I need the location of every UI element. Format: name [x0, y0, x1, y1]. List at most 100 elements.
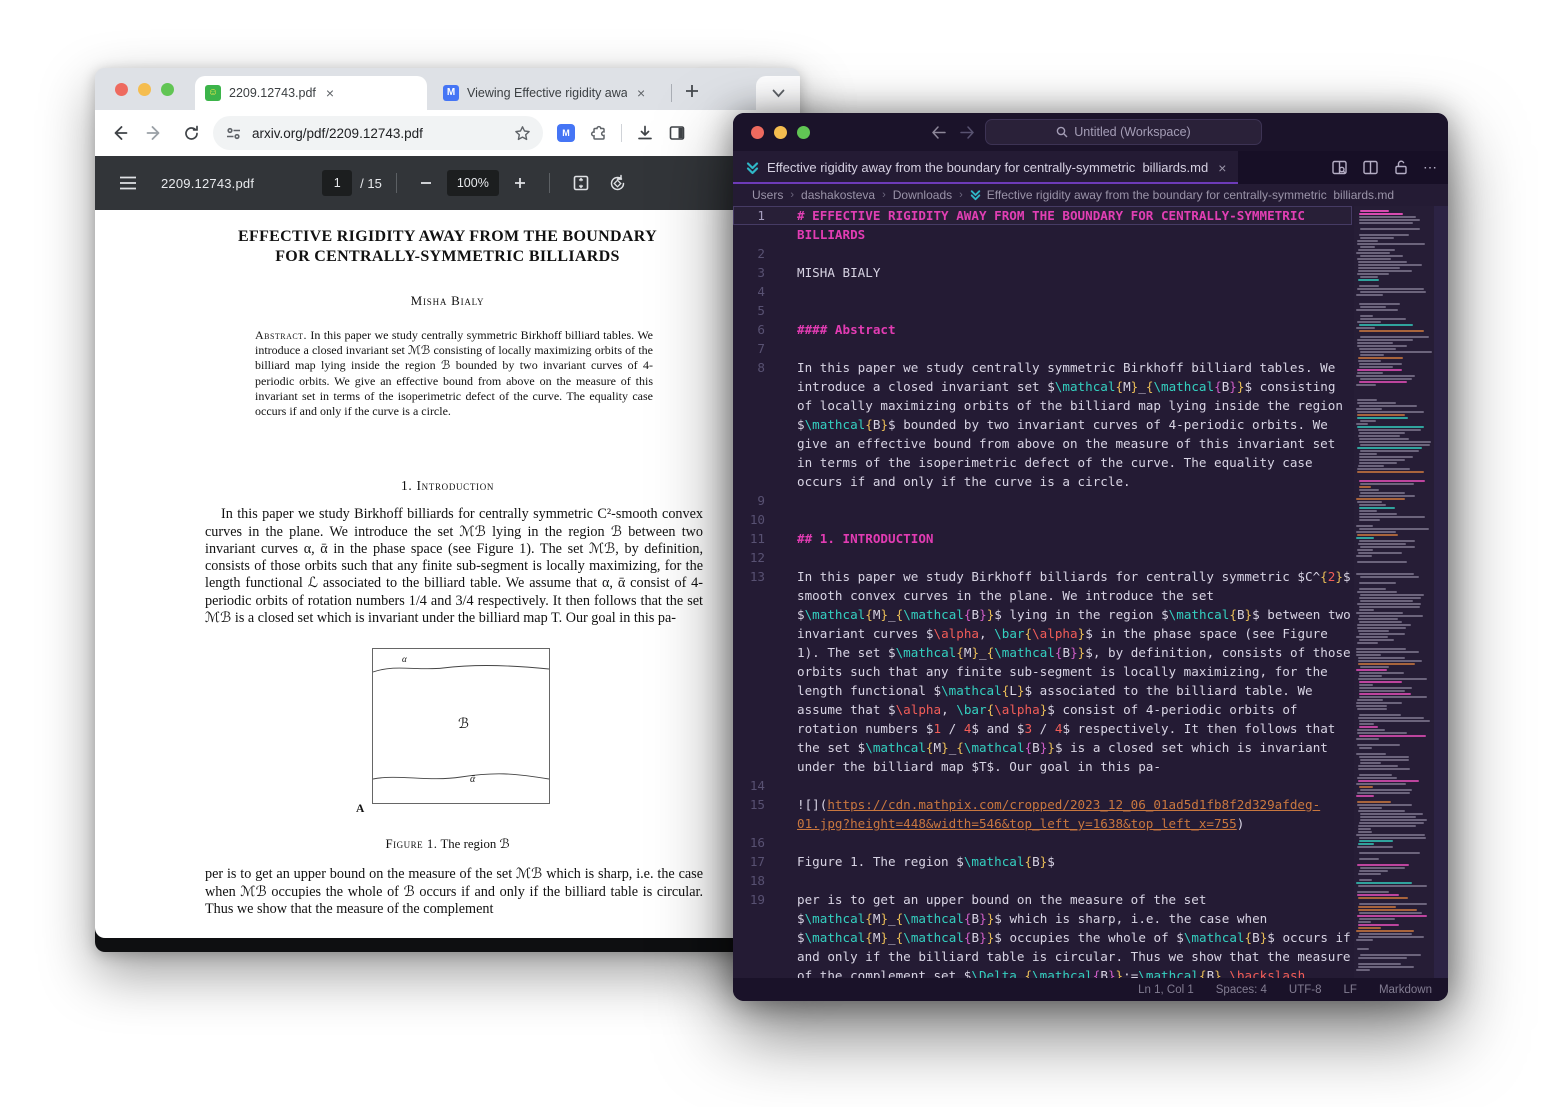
line-number: 9: [757, 493, 765, 508]
code-line-16[interactable]: 16: [733, 833, 1448, 852]
code-line-9[interactable]: 9: [733, 491, 1448, 510]
pdf-page-input[interactable]: 1: [322, 170, 353, 196]
minimap[interactable]: [1354, 206, 1434, 978]
breadcrumb-users[interactable]: Users: [752, 188, 783, 202]
extensions-puzzle-icon[interactable]: [589, 124, 607, 142]
history-back-icon[interactable]: [931, 125, 946, 139]
line-number: 15: [749, 797, 765, 812]
language-mode[interactable]: Markdown: [1379, 984, 1432, 996]
breadcrumb-downloads[interactable]: Downloads: [893, 188, 952, 202]
tab-divider: [671, 84, 672, 102]
pdf-menu-icon[interactable]: [119, 176, 137, 190]
figure-label-alpha: α: [402, 654, 407, 665]
forward-icon[interactable]: [143, 121, 167, 145]
status-bar: Ln 1, Col 1 Spaces: 4 UTF-8 LF Markdown: [733, 978, 1448, 1001]
history-forward-icon[interactable]: [960, 125, 975, 139]
reload-icon[interactable]: [179, 121, 203, 145]
line-number: 4: [757, 284, 765, 299]
url-text[interactable]: arxiv.org/pdf/2209.12743.pdf: [252, 126, 514, 141]
line-number: 16: [749, 835, 765, 850]
code-line-3[interactable]: 3 MISHA BIALY: [733, 263, 1448, 282]
breadcrumb-user[interactable]: dashakosteva: [801, 188, 875, 202]
zoom-in-icon[interactable]: [513, 176, 527, 190]
code-line-8[interactable]: 8 In this paper we study centrally symmet…: [733, 358, 1448, 491]
smiley-favicon-icon: ☺: [205, 85, 221, 101]
unlock-icon[interactable]: [1393, 159, 1409, 176]
editor-pane[interactable]: 1 # EFFECTIVE RIGIDITY AWAY FROM THE BOUN…: [733, 206, 1448, 978]
chrome-window: ☺ 2209.12743.pdf × M Viewing Effective r…: [95, 68, 800, 952]
code-line-12[interactable]: 12: [733, 548, 1448, 567]
line-number: 13: [749, 569, 765, 584]
minimize-window-button[interactable]: [138, 83, 151, 96]
browser-tab-pdf[interactable]: ☺ 2209.12743.pdf ×: [195, 76, 427, 110]
more-actions-icon[interactable]: ⋯: [1423, 159, 1438, 176]
chevron-right-icon: ›: [882, 189, 886, 201]
code-line-18[interactable]: 18: [733, 871, 1448, 890]
code-line-17[interactable]: 17 Figure 1. The region $\mathcal{B}$: [733, 852, 1448, 871]
code-line-7[interactable]: 7: [733, 339, 1448, 358]
pdf-filename: 2209.12743.pdf: [161, 175, 255, 191]
code-line-6[interactable]: 6 #### Abstract: [733, 320, 1448, 339]
search-icon: [1056, 126, 1068, 138]
mathpix-extension-icon[interactable]: M: [557, 124, 575, 142]
editor-tab[interactable]: Effective rigidity away from the boundar…: [733, 151, 1239, 184]
breadcrumb-file[interactable]: Effective rigidity away from the boundar…: [987, 188, 1394, 202]
code-line-5[interactable]: 5: [733, 301, 1448, 320]
tab-close-icon[interactable]: ×: [326, 86, 334, 100]
tab-close-icon[interactable]: ×: [1218, 160, 1226, 176]
vscode-traffic-lights: [751, 126, 810, 139]
maximize-window-button[interactable]: [161, 83, 174, 96]
split-editor-icon[interactable]: [1362, 159, 1379, 176]
minimize-window-button[interactable]: [774, 126, 787, 139]
line-number: 12: [749, 550, 765, 565]
tab-close-icon[interactable]: ×: [637, 86, 645, 100]
vscode-tab-bar: Effective rigidity away from the boundar…: [733, 151, 1448, 184]
code-line-15[interactable]: 15 ![](https://cdn.mathpix.com/cropped/20…: [733, 795, 1448, 833]
line-number: 6: [757, 322, 765, 337]
rotate-icon[interactable]: [608, 174, 627, 193]
mathpix-favicon-icon: M: [443, 85, 459, 101]
code-line-10[interactable]: 10: [733, 510, 1448, 529]
address-bar[interactable]: arxiv.org/pdf/2209.12743.pdf: [213, 116, 543, 150]
active-tab-indicator: [733, 182, 1239, 184]
new-tab-button[interactable]: [683, 82, 701, 100]
site-settings-icon[interactable]: [225, 125, 242, 142]
pdf-toolbar-divider: [395, 173, 397, 193]
scrollbar[interactable]: [1434, 206, 1448, 978]
zoom-out-icon[interactable]: [419, 176, 433, 190]
code-line-19[interactable]: 19 per is to get an upper bound on the me…: [733, 890, 1448, 978]
close-window-button[interactable]: [751, 126, 764, 139]
chrome-toolbar: arxiv.org/pdf/2209.12743.pdf M: [95, 110, 800, 156]
pdf-viewer-area: EFFECTIVE RIGIDITY AWAY FROM THE BOUNDAR…: [95, 210, 800, 952]
code-line-1[interactable]: 1 # EFFECTIVE RIGIDITY AWAY FROM THE BOUN…: [733, 206, 1448, 244]
code-area[interactable]: 1 # EFFECTIVE RIGIDITY AWAY FROM THE BOUN…: [733, 206, 1448, 978]
eol-setting[interactable]: LF: [1344, 984, 1357, 996]
breadcrumb[interactable]: Users › dashakosteva › Downloads › Effec…: [733, 184, 1448, 206]
code-line-14[interactable]: 14: [733, 776, 1448, 795]
open-preview-icon[interactable]: [1331, 159, 1348, 176]
chevron-right-icon: ›: [790, 189, 795, 201]
side-panel-icon[interactable]: [668, 124, 686, 142]
markdown-file-icon: [970, 189, 981, 201]
cursor-position[interactable]: Ln 1, Col 1: [1138, 984, 1194, 996]
vscode-title-bar: Untitled (Workspace): [733, 113, 1448, 151]
pdf-zoom-level[interactable]: 100%: [446, 170, 499, 196]
section-heading: 1. Introduction: [400, 478, 495, 494]
code-line-11[interactable]: 11 ## 1. INTRODUCTION: [733, 529, 1448, 548]
close-window-button[interactable]: [115, 83, 128, 96]
fit-to-page-icon[interactable]: [572, 174, 590, 192]
command-center-search[interactable]: Untitled (Workspace): [985, 119, 1262, 145]
maximize-window-button[interactable]: [797, 126, 810, 139]
back-icon[interactable]: [107, 121, 131, 145]
encoding-setting[interactable]: UTF-8: [1289, 984, 1322, 996]
tab-search-button[interactable]: [756, 76, 800, 110]
abstract-text: In this paper we study centrally symmetr…: [255, 328, 654, 419]
downloads-icon[interactable]: [636, 124, 654, 142]
indentation-setting[interactable]: Spaces: 4: [1216, 984, 1267, 996]
figure-caption: Figure 1. The region ℬ: [385, 837, 510, 852]
code-line-13[interactable]: 13 In this paper we study Birkhoff billia…: [733, 567, 1448, 776]
code-line-2[interactable]: 2: [733, 244, 1448, 263]
bookmark-star-icon[interactable]: [514, 125, 531, 142]
code-line-4[interactable]: 4: [733, 282, 1448, 301]
browser-tab-mathpix[interactable]: M Viewing Effective rigidity awa ×: [433, 76, 663, 110]
